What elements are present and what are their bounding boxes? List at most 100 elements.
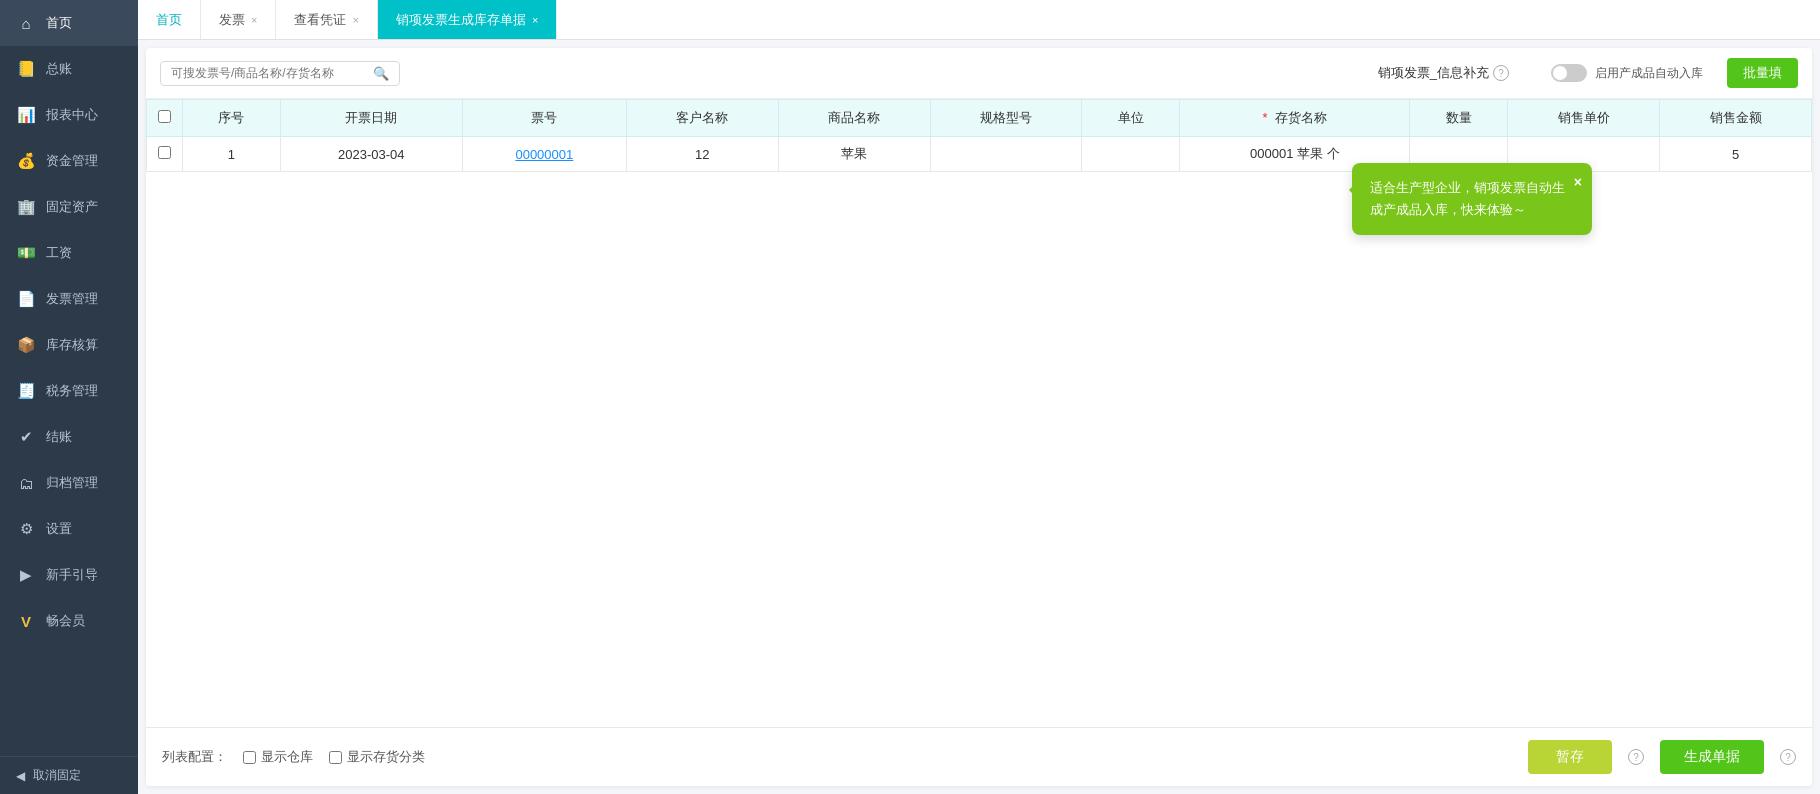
select-all-checkbox[interactable] bbox=[158, 110, 171, 123]
sidebar-item-closing[interactable]: ✔ 结账 bbox=[0, 414, 138, 460]
pin-icon: ◀ bbox=[16, 769, 25, 783]
bottom-bar: 列表配置： 显示仓库 显示存货分类 暂存 ? 生成单据 ? bbox=[146, 727, 1812, 786]
sidebar-pin-button[interactable]: ◀ 取消固定 bbox=[0, 756, 138, 794]
sidebar-item-label: 设置 bbox=[46, 520, 72, 538]
th-seq: 序号 bbox=[183, 100, 281, 137]
show-category-text: 显示存货分类 bbox=[347, 748, 425, 766]
th-amount: 销售金额 bbox=[1660, 100, 1812, 137]
funds-icon: 💰 bbox=[16, 152, 36, 170]
cell-seq: 1 bbox=[183, 137, 281, 172]
sidebar-item-settings[interactable]: ⚙ 设置 bbox=[0, 506, 138, 552]
th-ticket-no: 票号 bbox=[462, 100, 626, 137]
tab-home-label: 首页 bbox=[156, 11, 182, 29]
tab-voucher-label: 查看凭证 bbox=[294, 11, 346, 29]
sidebar-item-label: 归档管理 bbox=[46, 474, 98, 492]
batch-fill-button[interactable]: 批量填 bbox=[1727, 58, 1798, 88]
cell-unit bbox=[1082, 137, 1180, 172]
sidebar-item-label: 资金管理 bbox=[46, 152, 98, 170]
sidebar-item-reports[interactable]: 📊 报表中心 bbox=[0, 92, 138, 138]
sidebar-item-label: 首页 bbox=[46, 14, 72, 32]
ticket-no-link[interactable]: 00000001 bbox=[515, 147, 573, 162]
th-checkbox bbox=[147, 100, 183, 137]
show-category-label[interactable]: 显示存货分类 bbox=[329, 748, 425, 766]
sidebar-item-guide[interactable]: ▶ 新手引导 bbox=[0, 552, 138, 598]
toggle-label: 启用产成品自动入库 bbox=[1595, 65, 1703, 82]
th-inventory: * 存货名称 bbox=[1180, 100, 1410, 137]
search-input[interactable] bbox=[171, 66, 367, 80]
row-checkbox[interactable] bbox=[158, 146, 171, 159]
toggle-wrap: 启用产成品自动入库 bbox=[1551, 64, 1703, 82]
closing-icon: ✔ bbox=[16, 428, 36, 446]
tax-icon: 🧾 bbox=[16, 382, 36, 400]
tooltip-close-button[interactable]: × bbox=[1574, 171, 1582, 195]
sidebar-item-label: 税务管理 bbox=[46, 382, 98, 400]
search-icon: 🔍 bbox=[373, 66, 389, 81]
th-unit: 单位 bbox=[1082, 100, 1180, 137]
sidebar-item-tax[interactable]: 🧾 税务管理 bbox=[0, 368, 138, 414]
sidebar-item-vip[interactable]: V 畅会员 bbox=[0, 598, 138, 644]
sidebar-item-home[interactable]: ⌂ 首页 bbox=[0, 0, 138, 46]
reports-icon: 📊 bbox=[16, 106, 36, 124]
inventory-icon: 📦 bbox=[16, 336, 36, 354]
th-open-date: 开票日期 bbox=[280, 100, 462, 137]
tab-home[interactable]: 首页 bbox=[138, 0, 201, 39]
table-header-row: 序号 开票日期 票号 客户名称 商品名称 规格型号 单位 * 存货名称 数量 销… bbox=[147, 100, 1812, 137]
tooltip-text: 适合生产型企业，销项发票自动生成产成品入库，快来体验～ bbox=[1370, 180, 1565, 217]
main-area: 首页 发票 × 查看凭证 × 销项发票生成库存单据 × 🔍 销项发票_信息补充 … bbox=[138, 0, 1820, 794]
cell-product: 苹果 bbox=[778, 137, 930, 172]
tab-cancel-invoice[interactable]: 销项发票生成库存单据 × bbox=[378, 0, 557, 39]
info-label: 销项发票_信息补充 ? bbox=[1378, 64, 1509, 82]
sidebar-bottom-label: 取消固定 bbox=[33, 767, 81, 784]
sidebar-item-assets[interactable]: 🏢 固定资产 bbox=[0, 184, 138, 230]
vip-icon: V bbox=[16, 613, 36, 630]
tab-voucher-close[interactable]: × bbox=[352, 14, 358, 26]
sidebar-item-label: 发票管理 bbox=[46, 290, 98, 308]
auto-warehouse-toggle[interactable] bbox=[1551, 64, 1587, 82]
invoice-mgmt-icon: 📄 bbox=[16, 290, 36, 308]
tab-invoice-close[interactable]: × bbox=[251, 14, 257, 26]
sidebar-item-funds[interactable]: 💰 资金管理 bbox=[0, 138, 138, 184]
tab-invoice-label: 发票 bbox=[219, 11, 245, 29]
save-help-icon[interactable]: ? bbox=[1628, 749, 1644, 765]
info-label-text: 销项发票_信息补充 bbox=[1378, 64, 1489, 82]
archive-icon: 🗂 bbox=[16, 475, 36, 492]
sidebar-item-archive[interactable]: 🗂 归档管理 bbox=[0, 460, 138, 506]
guide-icon: ▶ bbox=[16, 566, 36, 584]
sidebar-item-label: 库存核算 bbox=[46, 336, 98, 354]
assets-icon: 🏢 bbox=[16, 198, 36, 216]
sidebar-item-inventory[interactable]: 📦 库存核算 bbox=[0, 322, 138, 368]
search-box[interactable]: 🔍 bbox=[160, 61, 400, 86]
tab-cancel-invoice-close[interactable]: × bbox=[532, 14, 538, 26]
cell-ticket-no: 00000001 bbox=[462, 137, 626, 172]
data-table: 序号 开票日期 票号 客户名称 商品名称 规格型号 单位 * 存货名称 数量 销… bbox=[146, 99, 1812, 172]
show-warehouse-checkbox[interactable] bbox=[243, 751, 256, 764]
sidebar-item-label: 总账 bbox=[46, 60, 72, 78]
show-warehouse-label[interactable]: 显示仓库 bbox=[243, 748, 313, 766]
payroll-icon: 💵 bbox=[16, 244, 36, 262]
sidebar-item-payroll[interactable]: 💵 工资 bbox=[0, 230, 138, 276]
cell-model bbox=[930, 137, 1082, 172]
ledger-icon: 📒 bbox=[16, 60, 36, 78]
sidebar-item-ledger[interactable]: 📒 总账 bbox=[0, 46, 138, 92]
show-category-checkbox[interactable] bbox=[329, 751, 342, 764]
th-customer: 客户名称 bbox=[626, 100, 778, 137]
info-help-icon[interactable]: ? bbox=[1493, 65, 1509, 81]
sidebar-item-label: 工资 bbox=[46, 244, 72, 262]
tooltip-bubble: × 适合生产型企业，销项发票自动生成产成品入库，快来体验～ bbox=[1352, 163, 1592, 235]
tab-bar: 首页 发票 × 查看凭证 × 销项发票生成库存单据 × bbox=[138, 0, 1820, 40]
tab-voucher[interactable]: 查看凭证 × bbox=[276, 0, 377, 39]
th-qty: 数量 bbox=[1410, 100, 1508, 137]
save-button[interactable]: 暂存 bbox=[1528, 740, 1612, 774]
sidebar-item-label: 新手引导 bbox=[46, 566, 98, 584]
tab-invoice[interactable]: 发票 × bbox=[201, 0, 276, 39]
th-model: 规格型号 bbox=[930, 100, 1082, 137]
sidebar-item-invoice-mgmt[interactable]: 📄 发票管理 bbox=[0, 276, 138, 322]
tab-cancel-invoice-label: 销项发票生成库存单据 bbox=[396, 11, 526, 29]
sidebar: ⌂ 首页 📒 总账 📊 报表中心 💰 资金管理 🏢 固定资产 💵 工资 📄 发票… bbox=[0, 0, 138, 794]
th-product: 商品名称 bbox=[778, 100, 930, 137]
row-checkbox-cell bbox=[147, 137, 183, 172]
toolbar: 🔍 销项发票_信息补充 ? 启用产成品自动入库 批量填 bbox=[146, 48, 1812, 99]
generate-help-icon[interactable]: ? bbox=[1780, 749, 1796, 765]
th-unit-price: 销售单价 bbox=[1508, 100, 1660, 137]
generate-button[interactable]: 生成单据 bbox=[1660, 740, 1764, 774]
